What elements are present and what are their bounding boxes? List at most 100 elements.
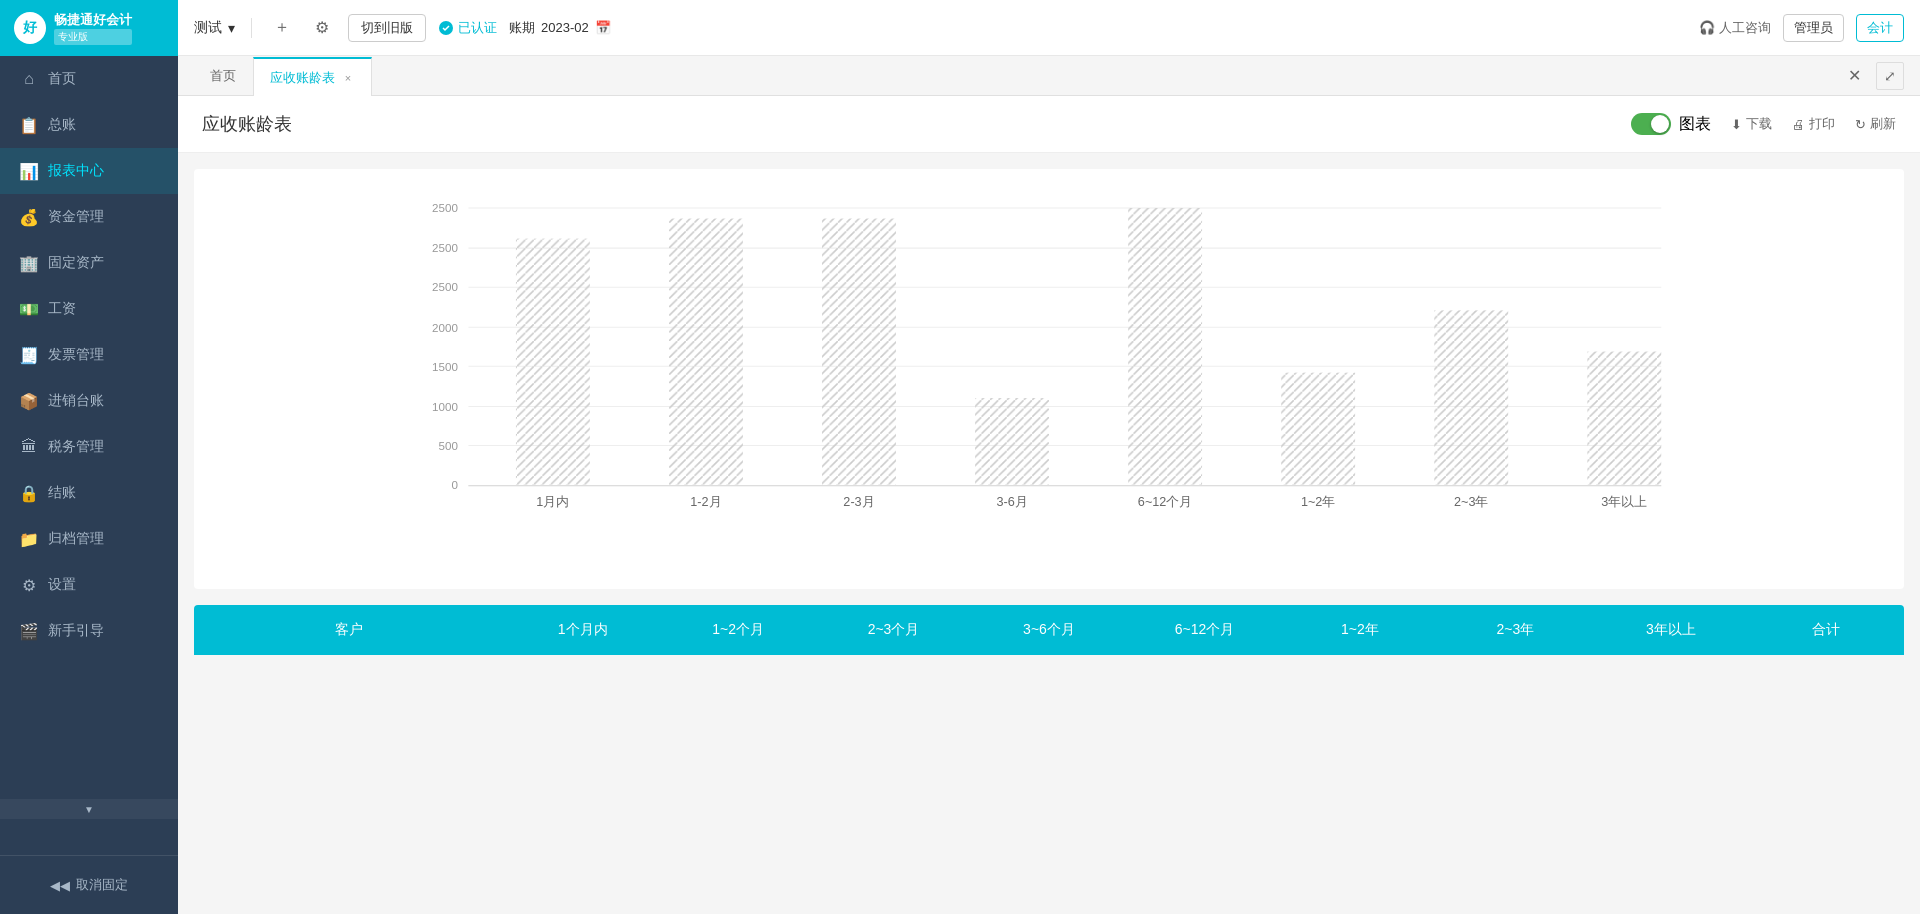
download-btn[interactable]: ⬇ 下载 <box>1731 115 1772 133</box>
sidebar-label-close: 结账 <box>48 484 76 502</box>
ledger-icon: 📋 <box>20 116 38 134</box>
sidebar-label-payroll: 工资 <box>48 300 76 318</box>
sidebar-item-tax[interactable]: 🏛 税务管理 <box>0 424 178 470</box>
sidebar-item-payroll[interactable]: 💵 工资 <box>0 286 178 332</box>
close-btn[interactable]: ✕ <box>1840 62 1868 90</box>
svg-text:2500: 2500 <box>432 201 458 214</box>
sidebar-item-newbie[interactable]: 🎬 新手引导 <box>0 608 178 654</box>
sidebar-item-close[interactable]: 🔒 结账 <box>0 470 178 516</box>
page-content: 应收账龄表 图表 ⬇ 下载 🖨 打印 <box>178 96 1920 914</box>
tab-bar-right: ✕ ⤢ <box>1840 62 1904 90</box>
certified-badge: 已认证 <box>438 19 497 37</box>
svg-text:1~2年: 1~2年 <box>1301 495 1335 509</box>
table-header-6~12个月: 6~12个月 <box>1127 605 1282 655</box>
sidebar-item-settings[interactable]: ⚙ 设置 <box>0 562 178 608</box>
settings-icon: ⚙ <box>20 576 38 594</box>
headset-icon: 🎧 <box>1699 20 1715 35</box>
sidebar-item-reports[interactable]: 📊 报表中心 <box>0 148 178 194</box>
logo-badge: 专业版 <box>54 29 132 45</box>
tab-aging[interactable]: 应收账龄表 × <box>253 57 372 97</box>
settings-btn[interactable]: ⚙ <box>308 14 336 42</box>
bar-3 <box>822 219 896 486</box>
bar-2 <box>669 219 743 486</box>
refresh-btn[interactable]: ↻ 刷新 <box>1855 115 1896 133</box>
bar-6 <box>1281 373 1355 486</box>
table-header-客户: 客户 <box>194 605 505 655</box>
home-icon: ⌂ <box>20 70 38 88</box>
pin-icon: ◀◀ <box>50 878 70 893</box>
table-header-1~2年: 1~2年 <box>1282 605 1437 655</box>
certified-icon <box>438 20 454 36</box>
sidebar-item-archive[interactable]: 📁 归档管理 <box>0 516 178 562</box>
print-btn[interactable]: 🖨 打印 <box>1792 115 1835 133</box>
table-header-2~3年: 2~3年 <box>1438 605 1593 655</box>
bar-1 <box>516 239 590 486</box>
topbar: 测试 ▾ ＋ ⚙ 切到旧版 已认证 账期 2023-02 📅 🎧 人工咨询 管理… <box>178 0 1920 56</box>
sidebar-label-invoice: 发票管理 <box>48 346 104 364</box>
table-header-合计: 合计 <box>1749 605 1904 655</box>
bar-7 <box>1434 310 1508 485</box>
sidebar-item-invoice[interactable]: 🧾 发票管理 <box>0 332 178 378</box>
sidebar-label-funds: 资金管理 <box>48 208 104 226</box>
download-icon: ⬇ <box>1731 117 1742 132</box>
sidebar-item-home[interactable]: ⌂ 首页 <box>0 56 178 102</box>
svg-text:2500: 2500 <box>432 241 458 254</box>
sidebar-label-assets: 固定资产 <box>48 254 104 272</box>
sidebar-nav: ⌂ 首页 📋 总账 📊 报表中心 💰 资金管理 🏢 固定资产 💵 工资 🧾 发票… <box>0 56 178 855</box>
bar-4 <box>975 398 1049 486</box>
add-btn[interactable]: ＋ <box>268 14 296 42</box>
print-icon: 🖨 <box>1792 117 1805 132</box>
bar-5 <box>1128 208 1202 486</box>
toggle-knob <box>1651 115 1669 133</box>
project-selector[interactable]: 测试 ▾ <box>194 19 235 37</box>
tab-close-aging[interactable]: × <box>341 71 355 85</box>
bar-chart: 2500 2500 2500 2000 1500 1000 500 0 <box>224 189 1874 569</box>
calendar-icon[interactable]: 📅 <box>595 20 611 35</box>
bar-8 <box>1587 352 1661 486</box>
svg-text:2500: 2500 <box>432 280 458 293</box>
consult-btn[interactable]: 🎧 人工咨询 <box>1699 19 1771 37</box>
sidebar-label-inventory: 进销台账 <box>48 392 104 410</box>
sidebar-logo: 好 畅捷通好会计 专业版 <box>0 0 178 56</box>
cancel-fixed-btn[interactable]: ◀◀ 取消固定 <box>0 866 178 904</box>
sidebar-label-home: 首页 <box>48 70 76 88</box>
svg-text:1500: 1500 <box>432 360 458 373</box>
role-btn[interactable]: 会计 <box>1856 14 1904 42</box>
sidebar-item-inventory[interactable]: 📦 进销台账 <box>0 378 178 424</box>
table-header-2~3个月: 2~3个月 <box>816 605 971 655</box>
project-dropdown-icon: ▾ <box>228 20 235 36</box>
sidebar-item-ledger[interactable]: 📋 总账 <box>0 102 178 148</box>
table-header-3~6个月: 3~6个月 <box>971 605 1126 655</box>
switch-version-btn[interactable]: 切到旧版 <box>348 14 426 42</box>
svg-text:0: 0 <box>451 478 457 491</box>
svg-text:2000: 2000 <box>432 321 458 334</box>
sidebar-item-assets[interactable]: 🏢 固定资产 <box>0 240 178 286</box>
table-header: 客户1个月内1~2个月2~3个月3~6个月6~12个月1~2年2~3年3年以上合… <box>194 605 1904 655</box>
table-header-1个月内: 1个月内 <box>505 605 660 655</box>
scroll-down-btn[interactable]: ▼ <box>0 799 178 819</box>
main-area: 测试 ▾ ＋ ⚙ 切到旧版 已认证 账期 2023-02 📅 🎧 人工咨询 管理… <box>178 0 1920 914</box>
topbar-divider-1 <box>251 18 252 38</box>
logo-icon: 好 <box>14 12 46 44</box>
sidebar-item-funds[interactable]: 💰 资金管理 <box>0 194 178 240</box>
project-name: 测试 <box>194 19 222 37</box>
refresh-icon: ↻ <box>1855 117 1866 132</box>
sidebar-label-archive: 归档管理 <box>48 530 104 548</box>
svg-text:2-3月: 2-3月 <box>843 495 874 509</box>
sidebar: 好 畅捷通好会计 专业版 ⌂ 首页 📋 总账 📊 报表中心 💰 资金管理 🏢 固… <box>0 0 178 914</box>
inventory-icon: 📦 <box>20 392 38 410</box>
topbar-right: 🎧 人工咨询 管理员 会计 <box>1699 14 1904 42</box>
chart-area: 2500 2500 2500 2000 1500 1000 500 0 <box>194 169 1904 589</box>
user-btn[interactable]: 管理员 <box>1783 14 1844 42</box>
sidebar-label-newbie: 新手引导 <box>48 622 104 640</box>
svg-text:500: 500 <box>439 439 458 452</box>
payroll-icon: 💵 <box>20 300 38 318</box>
svg-text:3年以上: 3年以上 <box>1601 495 1647 509</box>
expand-btn[interactable]: ⤢ <box>1876 62 1904 90</box>
logo-title: 畅捷通好会计 <box>54 11 132 29</box>
chart-toggle[interactable] <box>1631 113 1671 135</box>
close-icon: 🔒 <box>20 484 38 502</box>
svg-text:2~3年: 2~3年 <box>1454 495 1488 509</box>
reports-icon: 📊 <box>20 162 38 180</box>
tab-home[interactable]: 首页 <box>194 56 253 96</box>
